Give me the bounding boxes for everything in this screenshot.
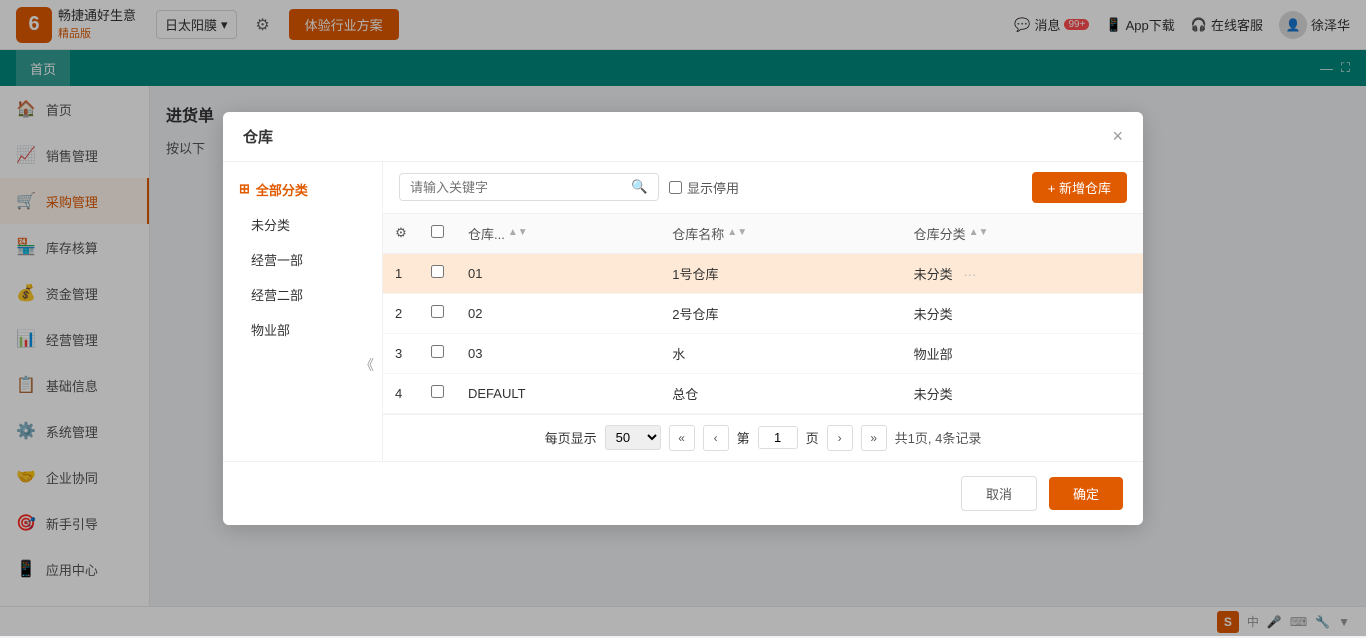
- page-first-button[interactable]: «: [669, 425, 695, 451]
- sort-code[interactable]: 仓库...▲▼: [468, 224, 528, 243]
- row-code: 03: [456, 333, 660, 373]
- modal-all-category[interactable]: ⊞ 全部分类: [223, 172, 382, 207]
- row-more-icon[interactable]: ···: [963, 267, 976, 282]
- row-name: 总仓: [660, 373, 901, 413]
- show-disabled-option: 显示停用: [669, 178, 739, 197]
- modal-sidebar-collapse: 《: [223, 347, 382, 383]
- row-check[interactable]: [419, 373, 456, 413]
- add-warehouse-button[interactable]: + 新增仓库: [1032, 172, 1127, 203]
- table: ⚙ 仓库...▲▼ 仓库名称▲▼: [383, 214, 1143, 414]
- close-icon[interactable]: ×: [1112, 127, 1123, 145]
- row-name: 1号仓库: [660, 253, 901, 293]
- search-input[interactable]: [400, 175, 621, 200]
- row-name: 2号仓库: [660, 293, 901, 333]
- sort-category-icon: ▲▼: [969, 228, 989, 238]
- row-num: 1: [383, 253, 419, 293]
- row-code: 02: [456, 293, 660, 333]
- gear-icon[interactable]: ⚙: [395, 225, 407, 240]
- row-num: 2: [383, 293, 419, 333]
- confirm-button[interactable]: 确定: [1049, 477, 1123, 510]
- collapse-icon[interactable]: 《: [360, 355, 374, 375]
- row-code: DEFAULT: [456, 373, 660, 413]
- th-code: 仓库...▲▼: [456, 214, 660, 254]
- grid-icon: ⊞: [239, 181, 250, 197]
- table-row[interactable]: 3 03 水 物业部: [383, 333, 1143, 373]
- th-gear: ⚙: [383, 214, 419, 254]
- modal-body: ⊞ 全部分类 未分类 经营一部 经营二部 物业部 《 🔍: [223, 162, 1143, 461]
- th-category: 仓库分类▲▼: [902, 214, 1143, 254]
- table-row[interactable]: 4 DEFAULT 总仓 未分类: [383, 373, 1143, 413]
- row-num: 3: [383, 333, 419, 373]
- sort-code-icon: ▲▼: [508, 228, 528, 238]
- th-name: 仓库名称▲▼: [660, 214, 901, 254]
- table-row[interactable]: 1 01 1号仓库 未分类 ···: [383, 253, 1143, 293]
- table-header-row: ⚙ 仓库...▲▼ 仓库名称▲▼: [383, 214, 1143, 254]
- table-row[interactable]: 2 02 2号仓库 未分类: [383, 293, 1143, 333]
- pagination: 每页显示 50 100 200 « ‹ 第 页 › » 共1页, 4条记录: [383, 414, 1143, 461]
- total-info: 共1页, 4条记录: [895, 428, 982, 447]
- modal-cat-property[interactable]: 物业部: [223, 312, 382, 347]
- per-page-select[interactable]: 50 100 200: [605, 425, 661, 450]
- per-page-label: 每页显示: [545, 428, 597, 447]
- modal-header: 仓库 ×: [223, 112, 1143, 162]
- modal-actions: 取消 确定: [223, 461, 1143, 525]
- page-suffix: 页: [806, 428, 819, 447]
- row-category: 未分类: [902, 373, 1143, 413]
- row-check[interactable]: [419, 253, 456, 293]
- sort-category[interactable]: 仓库分类▲▼: [914, 224, 989, 243]
- select-all-checkbox[interactable]: [431, 225, 444, 238]
- modal-cat-dept2[interactable]: 经营二部: [223, 277, 382, 312]
- table-body: 1 01 1号仓库 未分类 ··· 2 02 2号仓库 未分类 3 03 水 物…: [383, 253, 1143, 413]
- all-category-label: 全部分类: [256, 180, 308, 199]
- row-name: 水: [660, 333, 901, 373]
- show-disabled-label: 显示停用: [687, 178, 739, 197]
- modal-cat-dept1[interactable]: 经营一部: [223, 242, 382, 277]
- sort-name-icon: ▲▼: [727, 228, 747, 238]
- row-category: 未分类: [902, 293, 1143, 333]
- cancel-button[interactable]: 取消: [961, 476, 1037, 511]
- page-number-input[interactable]: [758, 426, 798, 449]
- warehouse-table: ⚙ 仓库...▲▼ 仓库名称▲▼: [383, 214, 1143, 414]
- warehouse-modal: 仓库 × ⊞ 全部分类 未分类 经营一部 经营二部 物业部 《: [223, 112, 1143, 525]
- row-category: 物业部: [902, 333, 1143, 373]
- modal-category-sidebar: ⊞ 全部分类 未分类 经营一部 经营二部 物业部 《: [223, 162, 383, 461]
- modal-toolbar: 🔍 显示停用 + 新增仓库: [383, 162, 1143, 214]
- row-num: 4: [383, 373, 419, 413]
- modal-search-box: 🔍: [399, 173, 659, 201]
- modal-overlay[interactable]: 仓库 × ⊞ 全部分类 未分类 经营一部 经营二部 物业部 《: [0, 0, 1366, 636]
- page-label: 第: [737, 428, 750, 447]
- row-check[interactable]: [419, 293, 456, 333]
- page-prev-button[interactable]: ‹: [703, 425, 729, 451]
- page-last-button[interactable]: »: [861, 425, 887, 451]
- row-code: 01: [456, 253, 660, 293]
- modal-title: 仓库: [243, 126, 273, 147]
- show-disabled-checkbox[interactable]: [669, 181, 682, 194]
- modal-cat-uncategorized[interactable]: 未分类: [223, 207, 382, 242]
- sort-name[interactable]: 仓库名称▲▼: [672, 224, 747, 243]
- row-category: 未分类 ···: [902, 253, 1143, 293]
- search-button[interactable]: 🔍: [621, 174, 658, 200]
- page-next-button[interactable]: ›: [827, 425, 853, 451]
- row-check[interactable]: [419, 333, 456, 373]
- th-check: [419, 214, 456, 254]
- modal-main-content: 🔍 显示停用 + 新增仓库 ⚙: [383, 162, 1143, 461]
